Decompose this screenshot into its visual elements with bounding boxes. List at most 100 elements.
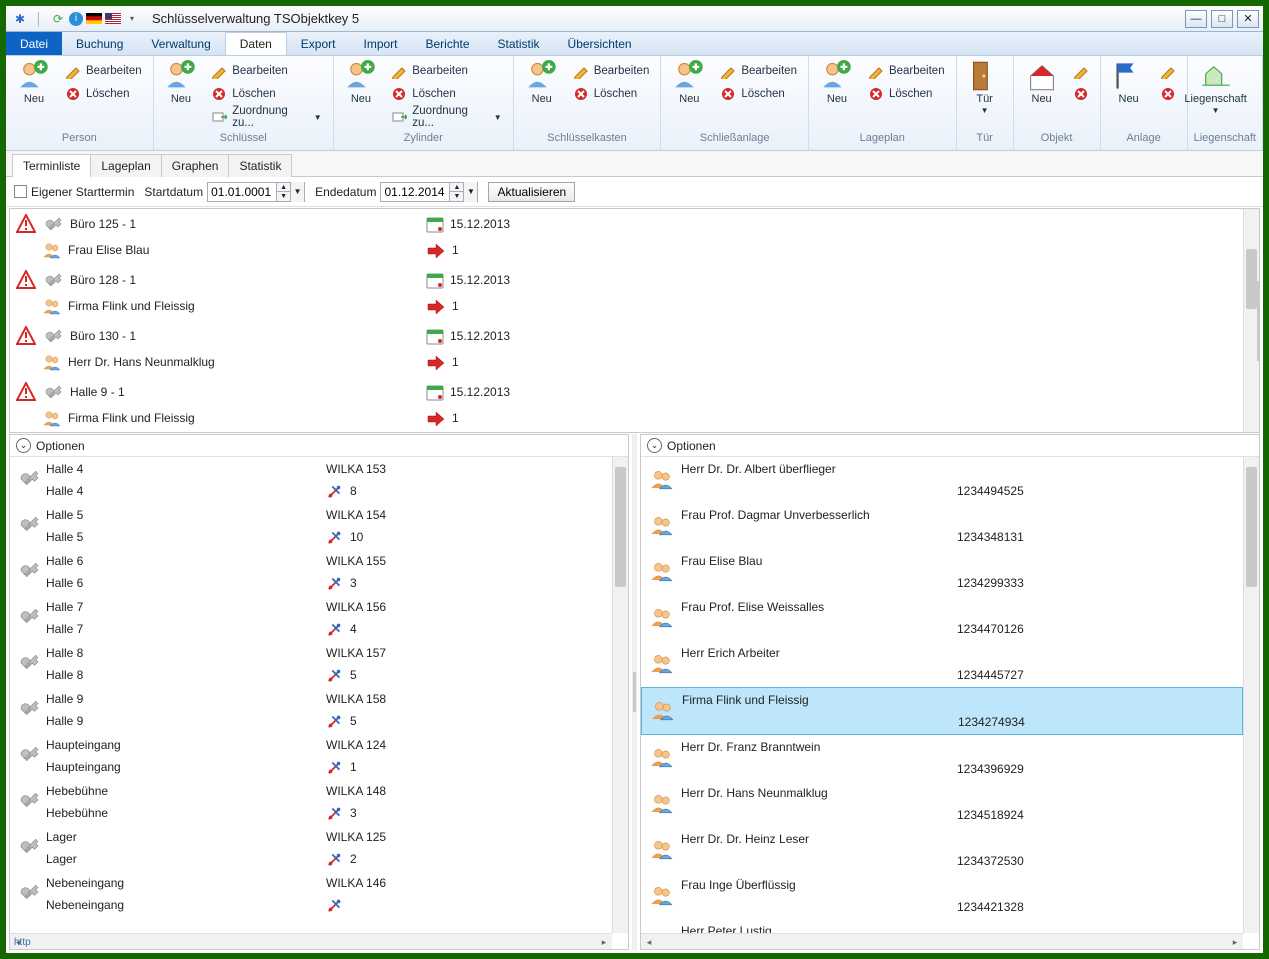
ribbon-tür-button[interactable]: Tür▼ bbox=[963, 58, 1007, 115]
ribbon-lschen-button[interactable]: Löschen bbox=[60, 83, 147, 105]
scroll-right[interactable]: ▸ bbox=[596, 934, 612, 949]
menu-datei[interactable]: Datei bbox=[6, 32, 62, 55]
person-list-item[interactable]: Herr Dr. Hans Neunmalklug 1234518924 bbox=[641, 781, 1243, 827]
spin-up[interactable]: ▲ bbox=[277, 183, 290, 192]
vertical-splitter[interactable] bbox=[632, 434, 637, 950]
termin-entry[interactable]: Halle 9 - 1 15.12.2013 Firma Flink und F… bbox=[10, 377, 1243, 432]
start-date-field[interactable] bbox=[208, 185, 276, 199]
termin-entry[interactable]: Büro 128 - 1 15.12.2013 Firma Flink und … bbox=[10, 265, 1243, 321]
subtab-statistik[interactable]: Statistik bbox=[228, 154, 292, 177]
menu-buchung[interactable]: Buchung bbox=[62, 32, 137, 55]
start-date-input[interactable]: ▲▼ ▼ bbox=[207, 182, 305, 202]
termin-entry[interactable]: Büro 130 - 1 15.12.2013 Herr Dr. Hans Ne… bbox=[10, 321, 1243, 377]
collapse-toggle[interactable]: ⌄ bbox=[647, 438, 662, 453]
start-date-dropdown[interactable]: ▼ bbox=[290, 182, 304, 202]
refresh-button[interactable]: Aktualisieren bbox=[488, 182, 575, 202]
menu-verwaltung[interactable]: Verwaltung bbox=[137, 32, 224, 55]
end-date-dropdown[interactable]: ▼ bbox=[463, 182, 477, 202]
ribbon-neu-button[interactable]: Neu bbox=[12, 58, 56, 105]
scroll-right[interactable]: ▸ bbox=[1227, 934, 1243, 949]
menu-export[interactable]: Export bbox=[287, 32, 350, 55]
ribbon-bearbeiten-button[interactable]: Bearbeiten bbox=[863, 60, 950, 82]
end-date-field[interactable] bbox=[381, 185, 449, 199]
end-date-input[interactable]: ▲▼ ▼ bbox=[380, 182, 478, 202]
qat-flag-us-icon[interactable] bbox=[105, 11, 121, 27]
ribbon-del-small[interactable] bbox=[1068, 83, 1094, 105]
ribbon-lschen-button[interactable]: Löschen bbox=[568, 83, 655, 105]
key-list-item[interactable]: Halle 6 WILKA 155 Halle 6 3 bbox=[10, 549, 612, 595]
person-list-item[interactable]: Frau Prof. Dagmar Unverbesserlich 123434… bbox=[641, 503, 1243, 549]
ribbon-bearbeiten-button[interactable]: Bearbeiten bbox=[568, 60, 655, 82]
warning-icon bbox=[16, 214, 36, 234]
ribbon-edit-small[interactable] bbox=[1155, 60, 1181, 82]
ribbon-lschen-button[interactable]: Löschen bbox=[206, 83, 326, 105]
ribbon-lschen-button[interactable]: Löschen bbox=[715, 83, 802, 105]
ribbon-lschen-button[interactable]: Löschen bbox=[386, 83, 506, 105]
splitter-handle[interactable] bbox=[1257, 281, 1260, 361]
ribbon-neu-button[interactable]: Neu bbox=[667, 58, 711, 105]
subtab-terminliste[interactable]: Terminliste bbox=[12, 154, 91, 177]
spin-down[interactable]: ▼ bbox=[450, 192, 463, 201]
ribbon-del-small[interactable] bbox=[1155, 83, 1181, 105]
menu-berichte[interactable]: Berichte bbox=[412, 32, 484, 55]
key-list-item[interactable]: Haupteingang WILKA 124 Haupteingang 1 bbox=[10, 733, 612, 779]
qat-app-icon[interactable]: ✱ bbox=[12, 11, 28, 27]
key-list-item[interactable]: Nebeneingang WILKA 146 Nebeneingang bbox=[10, 871, 612, 917]
key-list-item[interactable]: Lager WILKA 125 Lager 2 bbox=[10, 825, 612, 871]
maximize-button[interactable]: □ bbox=[1211, 10, 1233, 28]
minimize-button[interactable]: — bbox=[1185, 10, 1207, 28]
ribbon-neu-button[interactable]: Neu bbox=[1107, 58, 1151, 105]
menu-import[interactable]: Import bbox=[349, 32, 411, 55]
ribbon-neu-button[interactable]: Neu bbox=[815, 58, 859, 105]
ribbon-bearbeiten-button[interactable]: Bearbeiten bbox=[386, 60, 506, 82]
qat-refresh-icon[interactable]: ⟳ bbox=[50, 11, 66, 27]
person-list-item[interactable]: Herr Dr. Dr. Heinz Leser 1234372530 bbox=[641, 827, 1243, 873]
ribbon-bearbeiten-button[interactable]: Bearbeiten bbox=[715, 60, 802, 82]
qat-info-icon[interactable]: i bbox=[69, 12, 83, 26]
key-list-item[interactable]: Hebebühne WILKA 148 Hebebühne 3 bbox=[10, 779, 612, 825]
menu-übersichten[interactable]: Übersichten bbox=[554, 32, 646, 55]
scroll-left[interactable]: ◂ bbox=[641, 935, 657, 950]
key-list-item[interactable]: Halle 7 WILKA 156 Halle 7 4 bbox=[10, 595, 612, 641]
person-list-item[interactable]: Herr Dr. Franz Branntwein 1234396929 bbox=[641, 735, 1243, 781]
person-list-item[interactable]: Frau Elise Blau 1234299333 bbox=[641, 549, 1243, 595]
close-button[interactable]: ✕ bbox=[1237, 10, 1259, 28]
ribbon-neu-button[interactable]: Neu bbox=[520, 58, 564, 105]
ribbon-edit-small[interactable] bbox=[1068, 60, 1094, 82]
key-list-item[interactable]: Halle 9 WILKA 158 Halle 9 5 bbox=[10, 687, 612, 733]
spin-down[interactable]: ▼ bbox=[277, 192, 290, 201]
qat-dropdown-icon[interactable]: ▾ bbox=[124, 11, 140, 27]
person-list-item[interactable]: Herr Erich Arbeiter 1234445727 bbox=[641, 641, 1243, 687]
ribbon-zuordnungzu-button[interactable]: Zuordnung zu... ▼ bbox=[206, 106, 326, 128]
ribbon-neu-button[interactable]: Neu bbox=[340, 58, 383, 105]
menu-daten[interactable]: Daten bbox=[225, 32, 287, 55]
person-list-item[interactable]: Frau Inge Überflüssig 1234421328 bbox=[641, 873, 1243, 919]
horizontal-scrollbar[interactable]: ◂ ▸ bbox=[641, 933, 1243, 949]
ribbon-zuordnungzu-button[interactable]: Zuordnung zu... ▼ bbox=[386, 106, 506, 128]
key-list-item[interactable]: Halle 5 WILKA 154 Halle 5 10 bbox=[10, 503, 612, 549]
ribbon-neu-button[interactable]: Neu bbox=[160, 58, 203, 105]
vertical-scrollbar[interactable] bbox=[1243, 457, 1259, 933]
ribbon-liegenschaft-button[interactable]: Liegenschaft▼ bbox=[1194, 58, 1238, 115]
qat-flag-de-icon[interactable] bbox=[86, 11, 102, 27]
key-list-item[interactable]: Halle 4 WILKA 153 Halle 4 8 bbox=[10, 457, 612, 503]
own-start-checkbox[interactable]: Eigener Starttermin bbox=[14, 185, 134, 199]
ribbon-lschen-button[interactable]: Löschen bbox=[863, 83, 950, 105]
collapse-toggle[interactable]: ⌄ bbox=[16, 438, 31, 453]
spin-up[interactable]: ▲ bbox=[450, 183, 463, 192]
termin-entry[interactable]: Büro 125 - 1 15.12.2013 Frau Elise Blau … bbox=[10, 209, 1243, 265]
person-list-item[interactable]: Herr Dr. Dr. Albert überflieger 12344945… bbox=[641, 457, 1243, 503]
ribbon-bearbeiten-button[interactable]: Bearbeiten bbox=[206, 60, 326, 82]
person-list-item[interactable]: Firma Flink und Fleissig 1234274934 bbox=[641, 687, 1243, 735]
subtab-graphen[interactable]: Graphen bbox=[161, 154, 230, 177]
checkbox-icon[interactable] bbox=[14, 185, 27, 198]
subtab-lageplan[interactable]: Lageplan bbox=[90, 154, 161, 177]
key-list-item[interactable]: Halle 8 WILKA 157 Halle 8 5 bbox=[10, 641, 612, 687]
horizontal-scrollbar[interactable]: ◂ http ▸ bbox=[10, 933, 612, 949]
vertical-scrollbar[interactable] bbox=[612, 457, 628, 933]
ribbon-bearbeiten-button[interactable]: Bearbeiten bbox=[60, 60, 147, 82]
person-list-item[interactable]: Frau Prof. Elise Weissalles 1234470126 bbox=[641, 595, 1243, 641]
menu-statistik[interactable]: Statistik bbox=[484, 32, 554, 55]
person-list-item[interactable]: Herr Peter Lustig bbox=[641, 919, 1243, 933]
ribbon-neu-button[interactable]: Neu bbox=[1020, 58, 1064, 105]
